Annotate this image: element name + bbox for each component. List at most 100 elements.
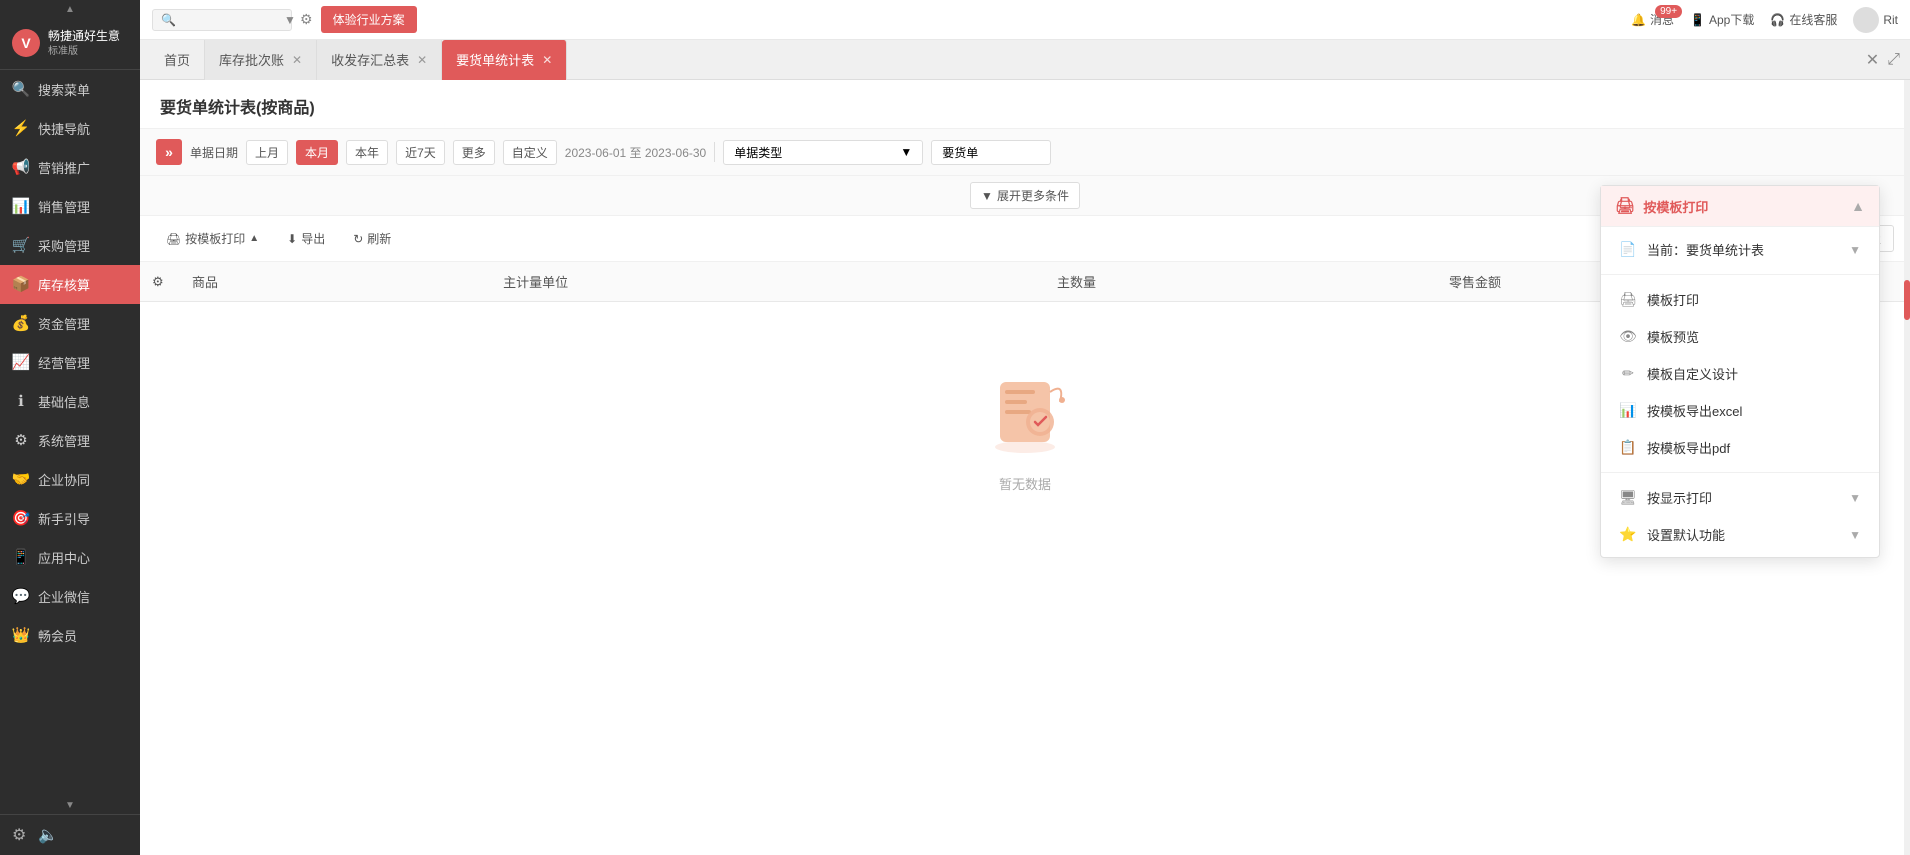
sidebar-item-new-guide[interactable]: 🎯 新手引导 xyxy=(0,499,140,538)
app-name: 畅捷通好生意 标准版 xyxy=(48,28,120,59)
tab-collection-summary-label: 收发存汇总表 xyxy=(331,50,409,69)
table-col-settings[interactable]: ⚙ xyxy=(140,262,180,302)
date-this-year-button[interactable]: 本年 xyxy=(346,140,388,165)
dropdown-section-items: 🖨 模板打印 👁 模板预览 ✏ 模板自定义设计 📊 按模板导出excel 📋 xyxy=(1601,277,1879,470)
dropdown-divider-2 xyxy=(1601,472,1879,473)
sidebar-item-enterprise-wechat[interactable]: 💬 企业微信 xyxy=(0,577,140,616)
date-more-button[interactable]: 更多 xyxy=(453,140,495,165)
date-prev-month-button[interactable]: 上月 xyxy=(246,140,288,165)
tab-expand-icon[interactable]: ⤢ xyxy=(1887,51,1900,69)
sidebar: ▲ V 畅捷通好生意 标准版 🔍 搜索菜单 ⚡ 快捷导航 📢 营销推广 📊 销售… xyxy=(0,0,140,855)
export-label: 导出 xyxy=(301,230,325,247)
tab-bar-right: ✕ ⤢ xyxy=(1866,50,1900,70)
tab-close-all-icon[interactable]: ✕ xyxy=(1866,50,1879,70)
export-button[interactable]: ⬇ 导出 xyxy=(277,226,335,251)
yaohuo-filter[interactable]: 要货单 xyxy=(931,140,1051,165)
sidebar-item-app-center[interactable]: 📱 应用中心 xyxy=(0,538,140,577)
filter-separator xyxy=(714,142,715,162)
sidebar-item-label: 资金管理 xyxy=(38,314,90,333)
sidebar-scroll-up[interactable]: ▲ xyxy=(0,0,140,18)
sidebar-item-finance[interactable]: 💰 资金管理 xyxy=(0,304,140,343)
sidebar-item-members[interactable]: 👑 畅会员 xyxy=(0,616,140,655)
sidebar-item-system[interactable]: ⚙ 系统管理 xyxy=(0,421,140,460)
dropdown-item-template-custom[interactable]: ✏ 模板自定义设计 xyxy=(1601,355,1879,392)
tab-order-statistics[interactable]: 要货单统计表 ✕ xyxy=(442,40,567,80)
user-avatar-item[interactable]: Rit xyxy=(1853,7,1898,33)
refresh-button[interactable]: ↻ 刷新 xyxy=(343,226,401,251)
sidebar-item-label: 库存核算 xyxy=(38,275,90,294)
order-type-select[interactable]: 单据类型 ▼ xyxy=(723,140,923,165)
dropdown-item-export-excel-label: 按模板导出excel xyxy=(1647,401,1742,420)
print-dropdown-menu: 🖨 按模板打印 ▲ 📄 当前：要货单统计表 ▼ 🖨 模板打印 xyxy=(1600,185,1880,558)
dropdown-item-current-left: 📄 当前：要货单统计表 xyxy=(1619,240,1764,259)
sidebar-item-label: 应用中心 xyxy=(38,548,90,567)
speaker-icon[interactable]: 🔈 xyxy=(38,825,58,845)
table-col-unit: 主计量单位 xyxy=(491,262,1045,302)
sidebar-item-purchase[interactable]: 🛒 采购管理 xyxy=(0,226,140,265)
sidebar-item-quick-nav[interactable]: ⚡ 快捷导航 xyxy=(0,109,140,148)
expand-more-button[interactable]: ▼ 展开更多条件 xyxy=(970,182,1080,209)
content-area: 要货单统计表(按商品) » 单据日期 上月 本月 本年 近7天 更多 自定义 2… xyxy=(140,80,1910,855)
online-service-label: 在线客服 xyxy=(1789,11,1837,28)
dropdown-divider-1 xyxy=(1601,274,1879,275)
new-guide-icon: 🎯 xyxy=(12,509,30,527)
tab-inventory-batch-label: 库存批次账 xyxy=(219,50,284,69)
date-this-month-button[interactable]: 本月 xyxy=(296,140,338,165)
enterprise-wechat-icon: 💬 xyxy=(12,587,30,605)
sidebar-item-enterprise-collab[interactable]: 🤝 企业协同 xyxy=(0,460,140,499)
topbar-search-box[interactable]: 🔍 ▼ xyxy=(152,9,292,31)
print-button[interactable]: 🖨 按模板打印 ▲ xyxy=(156,226,269,251)
right-scrollbar[interactable] xyxy=(1904,80,1910,855)
sidebar-item-inventory[interactable]: 📦 库存核算 xyxy=(0,265,140,304)
tab-collection-summary-close[interactable]: ✕ xyxy=(417,53,427,67)
template-custom-icon: ✏ xyxy=(1619,365,1637,382)
settings-icon[interactable]: ⚙ xyxy=(12,825,26,845)
sidebar-item-sales[interactable]: 📊 销售管理 xyxy=(0,187,140,226)
sidebar-item-label: 企业微信 xyxy=(38,587,90,606)
expand-more-icon: ▼ xyxy=(981,189,993,203)
sidebar-item-search[interactable]: 🔍 搜索菜单 xyxy=(0,70,140,109)
sidebar-item-marketing[interactable]: 📢 营销推广 xyxy=(0,148,140,187)
topbar-search-dropdown[interactable]: ▼ xyxy=(284,13,296,27)
dropdown-item-export-excel[interactable]: 📊 按模板导出excel xyxy=(1601,392,1879,429)
system-icon: ⚙ xyxy=(12,431,30,449)
sidebar-scroll-down[interactable]: ▼ xyxy=(0,796,140,814)
tab-home[interactable]: 首页 xyxy=(150,40,205,80)
dropdown-item-set-default-left: ⭐ 设置默认功能 xyxy=(1619,525,1725,544)
topbar-search-input[interactable] xyxy=(180,13,280,27)
tabbar: 首页 库存批次账 ✕ 收发存汇总表 ✕ 要货单统计表 ✕ ✕ ⤢ xyxy=(140,40,1910,80)
export-pdf-icon: 📋 xyxy=(1619,439,1637,456)
bell-icon: 🔔 xyxy=(1631,13,1646,27)
dropdown-item-display-print[interactable]: 🖥 按显示打印 ▼ xyxy=(1601,479,1879,516)
industry-solution-button[interactable]: 体验行业方案 xyxy=(321,6,417,33)
dropdown-section-current: 📄 当前：要货单统计表 ▼ xyxy=(1601,227,1879,272)
dropdown-item-export-pdf[interactable]: 📋 按模板导出pdf xyxy=(1601,429,1879,466)
sidebar-item-basic-info[interactable]: ℹ 基础信息 xyxy=(0,382,140,421)
notifications-item[interactable]: 🔔 消息 99+ xyxy=(1631,11,1674,28)
online-service-item[interactable]: 🎧 在线客服 xyxy=(1770,11,1837,28)
tab-inventory-batch-close[interactable]: ✕ xyxy=(292,53,302,67)
dropdown-section-display: 🖥 按显示打印 ▼ ⭐ 设置默认功能 ▼ xyxy=(1601,475,1879,557)
topbar-gear-icon[interactable]: ⚙ xyxy=(300,11,313,28)
dropdown-item-current[interactable]: 📄 当前：要货单统计表 ▼ xyxy=(1601,231,1879,268)
date-range-display: 2023-06-01 至 2023-06-30 xyxy=(565,144,706,161)
operations-icon: 📈 xyxy=(12,353,30,371)
sidebar-item-operations[interactable]: 📈 经营管理 xyxy=(0,343,140,382)
dropdown-current-label: 当前：要货单统计表 xyxy=(1647,240,1764,259)
dropdown-header-left: 🖨 按模板打印 xyxy=(1615,196,1708,216)
dropdown-item-template-print[interactable]: 🖨 模板打印 xyxy=(1601,281,1879,318)
date-custom-button[interactable]: 自定义 xyxy=(503,140,557,165)
dropdown-item-template-preview[interactable]: 👁 模板预览 xyxy=(1601,318,1879,355)
app-download-item[interactable]: 📱 App下载 xyxy=(1690,11,1754,28)
dropdown-item-set-default[interactable]: ⭐ 设置默认功能 ▼ xyxy=(1601,516,1879,553)
dropdown-collapse-button[interactable]: ▲ xyxy=(1851,198,1865,214)
tab-inventory-batch[interactable]: 库存批次账 ✕ xyxy=(205,40,317,80)
current-chevron-icon: ▼ xyxy=(1849,243,1861,257)
tab-collection-summary[interactable]: 收发存汇总表 ✕ xyxy=(317,40,442,80)
search-icon: 🔍 xyxy=(161,13,176,27)
filter-expand-button[interactable]: » xyxy=(156,139,182,165)
date-last-7days-button[interactable]: 近7天 xyxy=(396,140,445,165)
tab-order-statistics-close[interactable]: ✕ xyxy=(542,53,552,67)
table-col-quantity: 主数量 xyxy=(1045,262,1437,302)
sidebar-item-label: 搜索菜单 xyxy=(38,80,90,99)
